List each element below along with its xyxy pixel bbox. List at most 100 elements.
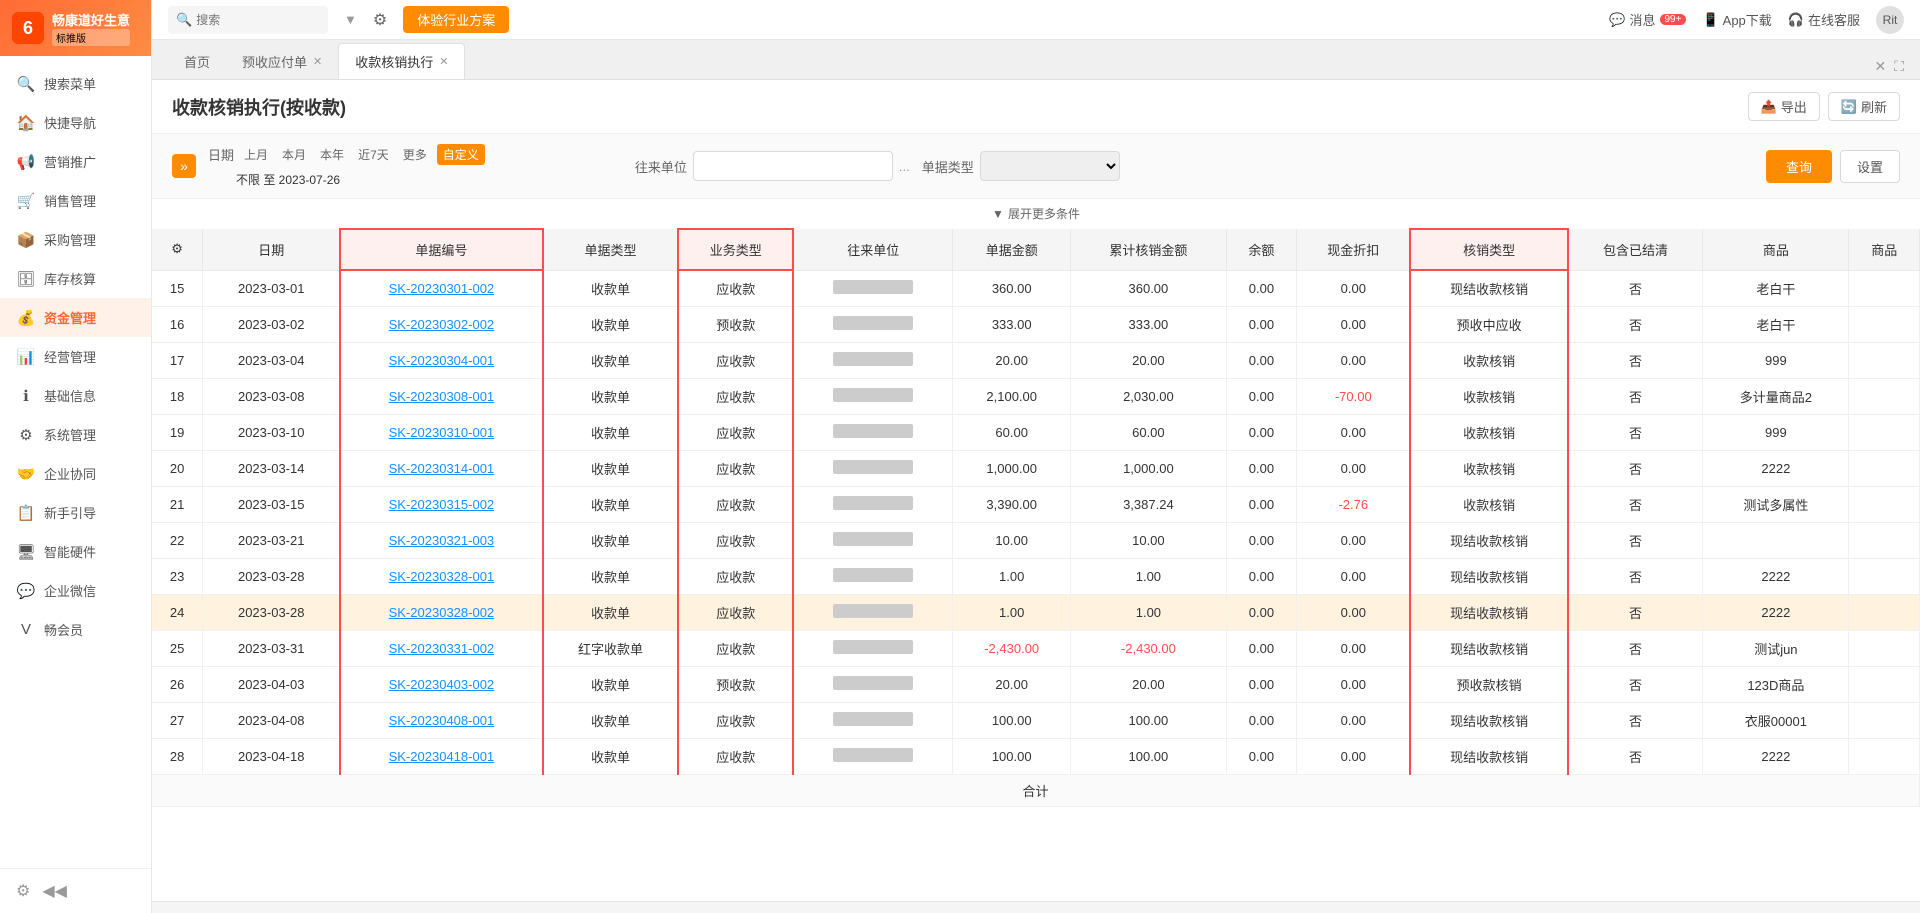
online-service-action[interactable]: 🎧 在线客服 (1788, 10, 1860, 29)
table-row[interactable]: 21 2023-03-15 SK-20230315-002 收款单 应收款 3,… (152, 487, 1920, 523)
sno-link[interactable]: SK-20230418-001 (389, 749, 495, 764)
messages-action[interactable]: 💬 消息 99+ (1609, 10, 1686, 29)
table-row[interactable]: 28 2023-04-18 SK-20230418-001 收款单 应收款 10… (152, 739, 1920, 775)
cell-balance: 0.00 (1226, 487, 1296, 523)
table-row[interactable]: 19 2023-03-10 SK-20230310-001 收款单 应收款 60… (152, 415, 1920, 451)
sidebar-item-sales[interactable]: 🛒销售管理 (0, 181, 151, 220)
sidebar-item-wechat[interactable]: 💬企业微信 (0, 571, 151, 610)
user-avatar[interactable]: Rit (1876, 6, 1904, 34)
sno-link[interactable]: SK-20230314-001 (389, 461, 495, 476)
sno-link[interactable]: SK-20230408-001 (389, 713, 495, 728)
sidebar-item-vip[interactable]: V畅会员 (0, 610, 151, 649)
sidebar-item-hardware[interactable]: 🖥智能硬件 (0, 532, 151, 571)
cell-amount: 360.00 (953, 270, 1071, 307)
table-row[interactable]: 16 2023-03-02 SK-20230302-002 收款单 预收款 33… (152, 307, 1920, 343)
sidebar-item-marketing[interactable]: 📢营销推广 (0, 142, 151, 181)
sno-link[interactable]: SK-20230331-002 (389, 641, 495, 656)
sno-link[interactable]: SK-20230304-001 (389, 353, 495, 368)
horizontal-scrollbar[interactable] (152, 901, 1920, 913)
filter-settings-button[interactable]: 设置 (1840, 150, 1900, 183)
tab-collection[interactable]: 收款核销执行 ✕ (338, 43, 465, 79)
receipt-type-label: 单据类型 (922, 157, 974, 176)
sno-link[interactable]: SK-20230302-002 (389, 317, 495, 332)
counterpart-filter-input[interactable] (693, 151, 893, 181)
cell-bus-type: 应收款 (678, 523, 793, 559)
this-month-link[interactable]: 本月 (278, 144, 310, 165)
refresh-button[interactable]: 🔄 刷新 (1828, 92, 1900, 121)
sidebar-item-enterprise[interactable]: 🤝企业协同 (0, 454, 151, 493)
cell-balance: 0.00 (1226, 343, 1296, 379)
search-input[interactable] (196, 13, 320, 27)
expand-more-conditions[interactable]: ▼ 展开更多条件 (152, 199, 1920, 228)
col-header-settings[interactable]: ⚙ (152, 229, 203, 270)
sidebar-item-guide[interactable]: 📋新手引导 (0, 493, 151, 532)
tab-home[interactable]: 首页 (168, 44, 226, 79)
last-month-link[interactable]: 上月 (240, 144, 272, 165)
table-settings-icon[interactable]: ⚙ (171, 241, 183, 256)
settings-icon[interactable]: ⚙ (16, 881, 30, 901)
tab-prepay[interactable]: 预收应付单 ✕ (226, 44, 338, 79)
sidebar-item-purchase[interactable]: 📦采购管理 (0, 220, 151, 259)
sno-link[interactable]: SK-20230328-001 (389, 569, 495, 584)
tab-close-all-icon[interactable]: ✕ (1874, 58, 1886, 75)
table-row[interactable]: 26 2023-04-03 SK-20230403-002 收款单 预收款 20… (152, 667, 1920, 703)
table-row[interactable]: 25 2023-03-31 SK-20230331-002 红字收款单 应收款 … (152, 631, 1920, 667)
sno-link[interactable]: SK-20230310-001 (389, 425, 495, 440)
sidebar-footer: ⚙ ◀◀ (0, 868, 151, 913)
cell-product2 (1849, 523, 1920, 559)
sno-link[interactable]: SK-20230301-002 (389, 281, 495, 296)
app-download-action[interactable]: 📱 App下载 (1702, 10, 1771, 29)
query-button[interactable]: 查询 (1766, 150, 1832, 183)
sidebar-item-search[interactable]: 🔍搜索菜单 (0, 64, 151, 103)
table-row[interactable]: 27 2023-04-08 SK-20230408-001 收款单 应收款 10… (152, 703, 1920, 739)
cell-counterpart (793, 451, 953, 487)
cell-date: 2023-03-31 (203, 631, 341, 667)
more-date-link[interactable]: 更多 (399, 144, 431, 165)
cell-amount: 333.00 (953, 307, 1071, 343)
table-row[interactable]: 24 2023-03-28 SK-20230328-002 收款单 应收款 1.… (152, 595, 1920, 631)
filter-bar: » 日期 上月 本月 本年 近7天 更多 自定义 不限 至 2023-07-26… (152, 134, 1920, 199)
sidebar-item-finance[interactable]: 💰资金管理 (0, 298, 151, 337)
sidebar: 6 畅康道好生意 标推版 🔍搜索菜单🏠快捷导航📢营销推广🛒销售管理📦采购管理🗄库… (0, 0, 152, 913)
sno-link[interactable]: SK-20230328-002 (389, 605, 495, 620)
sidebar-item-label: 搜索菜单 (44, 74, 96, 93)
sidebar-item-system[interactable]: ⚙系统管理 (0, 415, 151, 454)
table-row[interactable]: 22 2023-03-21 SK-20230321-003 收款单 应收款 10… (152, 523, 1920, 559)
custom-date-button[interactable]: 自定义 (437, 144, 485, 165)
collapse-icon[interactable]: ◀◀ (42, 881, 67, 901)
table-footer-total: 合计 (152, 775, 1920, 807)
tab-prepay-close[interactable]: ✕ (313, 55, 322, 68)
page-title: 收款核销执行(按收款) (172, 94, 346, 120)
sidebar-item-inventory[interactable]: 🗄库存核算 (0, 259, 151, 298)
industry-solution-button[interactable]: 体验行业方案 (403, 6, 509, 33)
table-row[interactable]: 15 2023-03-01 SK-20230301-002 收款单 应收款 36… (152, 270, 1920, 307)
export-button[interactable]: 📤 导出 (1748, 92, 1820, 121)
cell-amount: 20.00 (953, 343, 1071, 379)
cell-amount: 2,100.00 (953, 379, 1071, 415)
tab-expand-icon[interactable]: ⛶ (1894, 58, 1904, 75)
topbar-search-box[interactable]: 🔍 (168, 6, 328, 34)
table-row[interactable]: 23 2023-03-28 SK-20230328-001 收款单 应收款 1.… (152, 559, 1920, 595)
last-7-days-link[interactable]: 近7天 (354, 144, 393, 165)
cell-no: 24 (152, 595, 203, 631)
sno-link[interactable]: SK-20230321-003 (389, 533, 495, 548)
sidebar-item-operations[interactable]: 📊经营管理 (0, 337, 151, 376)
sno-link[interactable]: SK-20230308-001 (389, 389, 495, 404)
table-row[interactable]: 18 2023-03-08 SK-20230308-001 收款单 应收款 2,… (152, 379, 1920, 415)
sno-link[interactable]: SK-20230403-002 (389, 677, 495, 692)
sidebar-marketing-icon: 📢 (16, 153, 36, 171)
dropdown-arrow-icon[interactable]: ▼ (344, 12, 357, 27)
cell-date: 2023-03-14 (203, 451, 341, 487)
receipt-type-select[interactable] (980, 151, 1120, 181)
sno-link[interactable]: SK-20230315-002 (389, 497, 495, 512)
table-row[interactable]: 17 2023-03-04 SK-20230304-001 收款单 应收款 20… (152, 343, 1920, 379)
sidebar-item-basic[interactable]: ℹ基础信息 (0, 376, 151, 415)
cell-cumulative: 10.00 (1071, 523, 1227, 559)
cell-sno: SK-20230308-001 (340, 379, 542, 415)
sidebar-item-quicknav[interactable]: 🏠快捷导航 (0, 103, 151, 142)
gear-icon[interactable]: ⚙ (373, 10, 387, 30)
table-row[interactable]: 20 2023-03-14 SK-20230314-001 收款单 应收款 1,… (152, 451, 1920, 487)
this-year-link[interactable]: 本年 (316, 144, 348, 165)
filter-collapse-button[interactable]: » (172, 154, 196, 178)
tab-collection-close[interactable]: ✕ (439, 55, 448, 68)
